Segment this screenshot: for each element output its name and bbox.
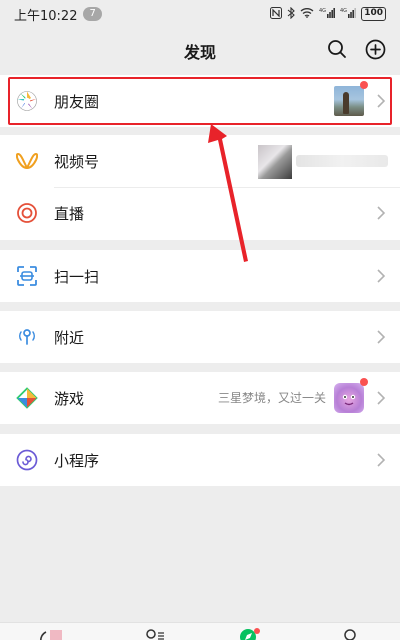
annotation-arrow bbox=[208, 124, 248, 262]
discover-compass-icon bbox=[240, 628, 260, 640]
tab-discover[interactable] bbox=[238, 627, 262, 640]
tab-contacts[interactable] bbox=[142, 627, 166, 640]
bottom-tab-bar bbox=[0, 622, 400, 640]
me-icon bbox=[344, 629, 356, 640]
contacts-icon bbox=[146, 629, 164, 640]
tab-chats[interactable] bbox=[38, 627, 62, 640]
chat-icon bbox=[40, 630, 62, 640]
tab-me[interactable] bbox=[338, 627, 362, 640]
